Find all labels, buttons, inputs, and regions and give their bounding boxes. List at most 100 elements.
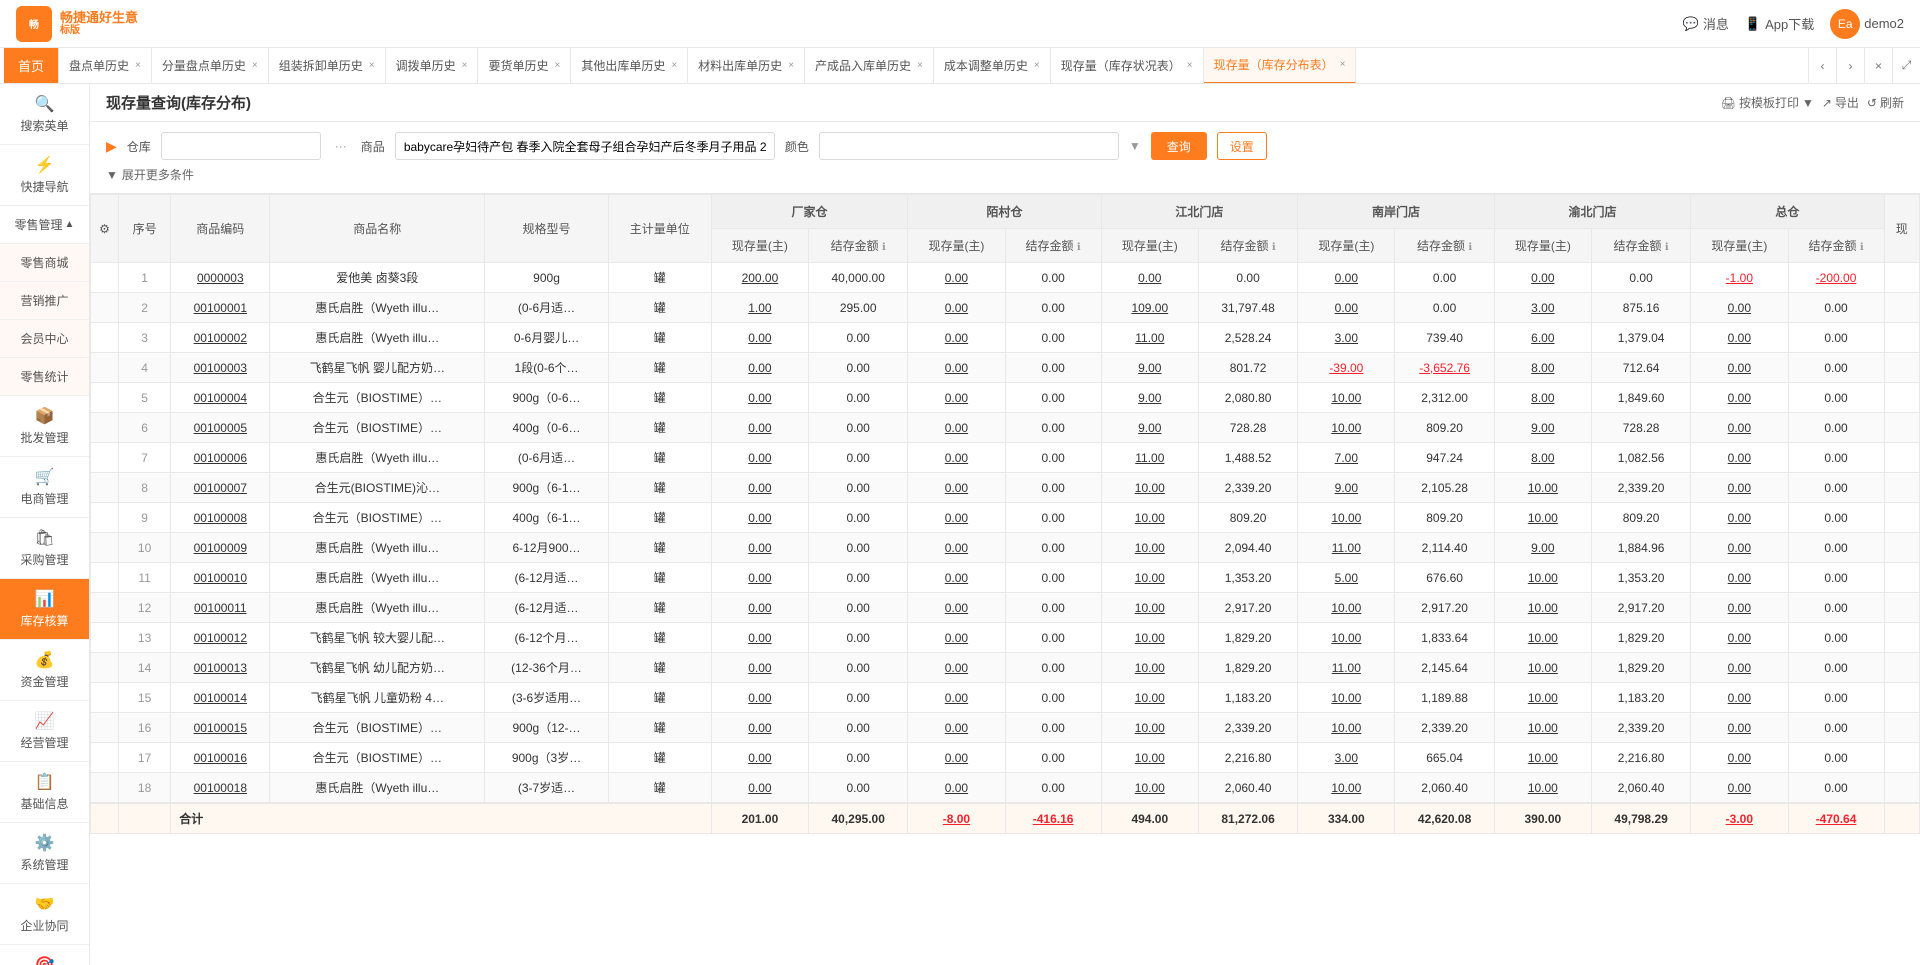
sidebar-item-inventory[interactable]: 📊 库存核算 <box>0 579 89 640</box>
collapse-arrow[interactable]: ▶ <box>106 138 117 155</box>
cell-changjia-qty[interactable]: 0.00 <box>711 383 808 413</box>
tab-diaobo[interactable]: 调拨单历史 × <box>386 48 479 84</box>
cell-code[interactable]: 00100013 <box>171 653 270 683</box>
messages-btn[interactable]: 💬 消息 <box>1683 14 1729 33</box>
cell-nanan-qty[interactable]: 10.00 <box>1298 503 1395 533</box>
cell-jiangbei-qty[interactable]: 0.00 <box>1101 263 1198 293</box>
close-icon[interactable]: × <box>917 60 923 71</box>
cell-total-qty[interactable]: 0.00 <box>1691 443 1788 473</box>
cell-yubei-qty[interactable]: 10.00 <box>1494 713 1591 743</box>
cell-changjia-qty[interactable]: 0.00 <box>711 653 808 683</box>
cell-code[interactable]: 00100006 <box>171 443 270 473</box>
cell-nanan-qty[interactable]: 10.00 <box>1298 413 1395 443</box>
cell-changjia-qty[interactable]: 0.00 <box>711 713 808 743</box>
tab-chengben[interactable]: 成本调整单历史 × <box>934 48 1051 84</box>
cell-code[interactable]: 00100003 <box>171 353 270 383</box>
export-btn[interactable]: ↗ 导出 <box>1822 94 1859 111</box>
cell-jiangbei-qty[interactable]: 9.00 <box>1101 353 1198 383</box>
cell-mucun-qty[interactable]: 0.00 <box>908 353 1005 383</box>
cell-nanan-qty[interactable]: 9.00 <box>1298 473 1395 503</box>
close-icon[interactable]: × <box>1187 60 1193 71</box>
sidebar-item-finance[interactable]: 💰 资金管理 <box>0 640 89 701</box>
sidebar-item-retail-stats[interactable]: 零售统计 <box>0 358 89 396</box>
close-icon[interactable]: × <box>1034 60 1040 71</box>
cell-nanan-qty[interactable]: 10.00 <box>1298 593 1395 623</box>
tab-yaohuo[interactable]: 要货单历史 × <box>478 48 571 84</box>
cell-mucun-qty[interactable]: 0.00 <box>908 593 1005 623</box>
cell-mucun-qty[interactable]: 0.00 <box>908 323 1005 353</box>
cell-total-qty[interactable]: 0.00 <box>1691 593 1788 623</box>
cell-changjia-qty[interactable]: 0.00 <box>711 743 808 773</box>
cell-yubei-qty[interactable]: 3.00 <box>1494 293 1591 323</box>
cell-yubei-qty[interactable]: 9.00 <box>1494 413 1591 443</box>
cell-nanan-qty[interactable]: 3.00 <box>1298 323 1395 353</box>
cell-yubei-qty[interactable]: 9.00 <box>1494 533 1591 563</box>
tab-home[interactable]: 首页 <box>4 48 59 84</box>
table-area[interactable]: ⚙ 序号 商品编码 商品名称 规格型号 主计量单位 厂家仓 陌村仓 江北门店 南… <box>90 194 1920 965</box>
cell-yubei-qty[interactable]: 10.00 <box>1494 683 1591 713</box>
cell-nanan-qty[interactable]: 0.00 <box>1298 263 1395 293</box>
refresh-btn[interactable]: ↺ 刷新 <box>1867 94 1904 111</box>
cell-mucun-qty[interactable]: 0.00 <box>908 443 1005 473</box>
cell-jiangbei-qty[interactable]: 10.00 <box>1101 743 1198 773</box>
sidebar-item-system[interactable]: ⚙️ 系统管理 <box>0 823 89 884</box>
cell-changjia-qty[interactable]: 0.00 <box>711 353 808 383</box>
cell-mucun-qty[interactable]: 0.00 <box>908 623 1005 653</box>
cell-nanan-qty[interactable]: 10.00 <box>1298 683 1395 713</box>
search-button[interactable]: 查询 <box>1151 132 1207 160</box>
cell-nanan-qty[interactable]: 0.00 <box>1298 293 1395 323</box>
cell-total-qty[interactable]: 0.00 <box>1691 653 1788 683</box>
cell-total-qty[interactable]: 0.00 <box>1691 623 1788 653</box>
cell-jiangbei-qty[interactable]: 10.00 <box>1101 473 1198 503</box>
color-dropdown-icon[interactable]: ▼ <box>1129 139 1141 153</box>
cell-jiangbei-qty[interactable]: 10.00 <box>1101 563 1198 593</box>
cell-yubei-qty[interactable]: 8.00 <box>1494 383 1591 413</box>
tab-fullscreen-btn[interactable]: ⤢ <box>1892 48 1920 84</box>
tab-zuzhuang[interactable]: 组装拆卸单历史 × <box>269 48 386 84</box>
th-gear[interactable]: ⚙ <box>91 195 119 263</box>
cell-nanan-qty[interactable]: 7.00 <box>1298 443 1395 473</box>
cell-jiangbei-qty[interactable]: 10.00 <box>1101 713 1198 743</box>
cell-yubei-qty[interactable]: 10.00 <box>1494 653 1591 683</box>
tab-kucun-dist[interactable]: 现存量（库存分布表）× <box>1204 48 1357 84</box>
cell-code[interactable]: 00100009 <box>171 533 270 563</box>
cell-total-qty[interactable]: 0.00 <box>1691 563 1788 593</box>
cell-code[interactable]: 00100012 <box>171 623 270 653</box>
cell-mucun-qty[interactable]: 0.00 <box>908 413 1005 443</box>
cell-total-qty[interactable]: 0.00 <box>1691 533 1788 563</box>
cell-total-qty[interactable]: 0.00 <box>1691 323 1788 353</box>
warehouse-dots-btn[interactable]: ··· <box>331 139 351 153</box>
sidebar-item-purchase[interactable]: 🛍 采购管理 <box>0 518 89 579</box>
cell-mucun-qty[interactable]: 0.00 <box>908 683 1005 713</box>
tab-prev-btn[interactable]: ‹ <box>1808 48 1836 84</box>
print-btn[interactable]: 🖨 按模板打印 ▼ <box>1721 94 1814 111</box>
cell-mucun-qty[interactable]: 0.00 <box>908 653 1005 683</box>
cell-mucun-qty[interactable]: 0.00 <box>908 743 1005 773</box>
cell-changjia-qty[interactable]: 0.00 <box>711 533 808 563</box>
cell-total-qty[interactable]: 0.00 <box>1691 743 1788 773</box>
cell-yubei-qty[interactable]: 10.00 <box>1494 503 1591 533</box>
sidebar-item-ecommerce[interactable]: 🛒 电商管理 <box>0 457 89 518</box>
user-profile[interactable]: Ea demo2 <box>1830 9 1904 39</box>
cell-changjia-qty[interactable]: 0.00 <box>711 443 808 473</box>
cell-changjia-qty[interactable]: 0.00 <box>711 623 808 653</box>
cell-jiangbei-qty[interactable]: 10.00 <box>1101 623 1198 653</box>
cell-nanan-qty[interactable]: 10.00 <box>1298 773 1395 804</box>
cell-code[interactable]: 00100015 <box>171 713 270 743</box>
sidebar-item-retail[interactable]: 零售管理 ▲ <box>0 206 89 244</box>
cell-yubei-qty[interactable]: 10.00 <box>1494 473 1591 503</box>
tab-fenpan[interactable]: 分量盘点单历史 × <box>152 48 269 84</box>
cell-yubei-qty[interactable]: 0.00 <box>1494 263 1591 293</box>
setting-button[interactable]: 设置 <box>1217 132 1267 160</box>
app-download-btn[interactable]: 📱 App下载 <box>1745 14 1814 33</box>
cell-code[interactable]: 00100010 <box>171 563 270 593</box>
tab-kucun-status[interactable]: 现存量（库存状况表）× <box>1051 48 1204 84</box>
cell-nanan-qty[interactable]: 11.00 <box>1298 533 1395 563</box>
cell-mucun-qty[interactable]: 0.00 <box>908 713 1005 743</box>
close-icon[interactable]: × <box>135 60 141 71</box>
sidebar-item-wholesale[interactable]: 📦 批发管理 <box>0 396 89 457</box>
cell-changjia-qty[interactable]: 0.00 <box>711 563 808 593</box>
cell-code[interactable]: 00100005 <box>171 413 270 443</box>
sidebar-item-basic[interactable]: 📋 基础信息 <box>0 762 89 823</box>
cell-mucun-qty[interactable]: 0.00 <box>908 503 1005 533</box>
